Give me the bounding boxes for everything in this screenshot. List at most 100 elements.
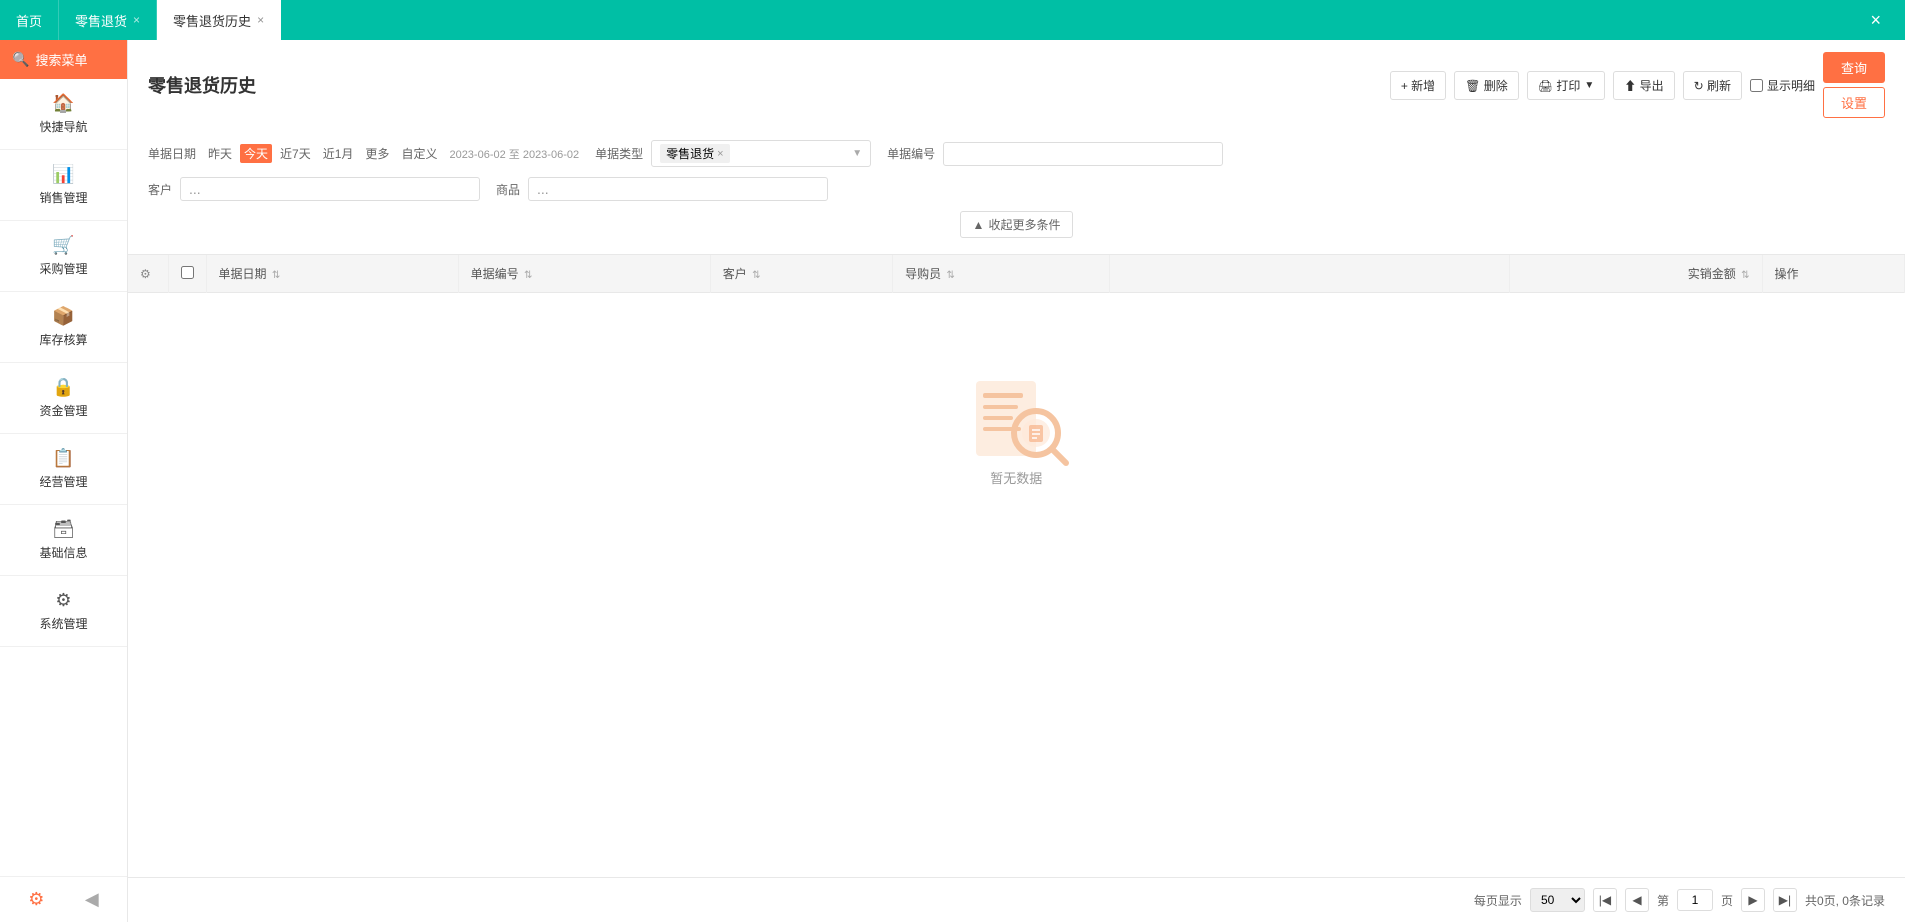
sales-icon: 📊 — [52, 164, 74, 185]
settings-bottom-icon[interactable]: ⚙ — [28, 889, 44, 910]
bill-type-label: 单据类型 — [595, 145, 643, 162]
customer-filter-label: 客户 — [148, 181, 172, 198]
bill-no-input[interactable] — [943, 142, 1223, 166]
shortcut-more[interactable]: 更多 — [361, 144, 393, 163]
tab-home-label: 首页 — [16, 11, 42, 30]
empty-state-illustration — [961, 373, 1071, 468]
query-button[interactable]: 查询 — [1823, 52, 1885, 83]
page-title-row: 零售退货历史 + 新增 🗑 删除 🖨 打印 ▼ ⬆ 导出 — [148, 52, 1885, 118]
page-suffix: 页 — [1721, 892, 1733, 909]
sidebar-item-quick-nav[interactable]: 🏠 快捷导航 — [0, 79, 127, 150]
next-page-button[interactable]: ▶ — [1741, 888, 1765, 912]
th-bill-date-label: 单据日期 — [219, 267, 267, 281]
customer-filter: 客户 ... — [148, 177, 480, 201]
prev-page-button[interactable]: ◀ — [1625, 888, 1649, 912]
guide-sort-icon[interactable]: ⇅ — [946, 270, 954, 281]
th-guide-label: 导购员 — [905, 267, 941, 281]
page-input[interactable] — [1677, 889, 1713, 911]
last-page-button[interactable]: ▶| — [1773, 888, 1797, 912]
bill-no-sort-icon[interactable]: ⇅ — [524, 270, 532, 281]
goods-select[interactable]: ... — [528, 177, 828, 201]
bill-type-dropdown-icon: ▼ — [852, 148, 862, 159]
sidebar-item-basic-info[interactable]: 🗃 基础信息 — [0, 505, 127, 576]
customer-dots: ... — [189, 181, 201, 197]
close-window-button[interactable]: × — [1862, 10, 1889, 31]
display-detail-container: 显示明细 — [1750, 77, 1815, 94]
th-actions: 操作 — [1762, 255, 1905, 293]
settings-button[interactable]: 设置 — [1823, 87, 1885, 118]
bill-no-filter: 单据编号 — [887, 142, 1223, 166]
sidebar-item-sales[interactable]: 📊 销售管理 — [0, 150, 127, 221]
export-button[interactable]: ⬆ 导出 — [1613, 71, 1674, 100]
sidebar-bottom: ⚙ ◀ — [0, 876, 127, 922]
table-footer: 每页显示 10 20 50 100 |◀ ◀ 第 页 ▶ ▶| 共0页, 0条记… — [128, 877, 1905, 922]
refresh-button[interactable]: ↻ 刷新 — [1683, 71, 1742, 100]
customer-sort-icon[interactable]: ⇅ — [752, 270, 760, 281]
print-button[interactable]: 🖨 打印 ▼ — [1527, 71, 1605, 100]
bill-type-select[interactable]: 零售退货 × ▼ — [651, 140, 871, 167]
date-range-display: 2023-06-02 至 2023-06-02 — [449, 146, 579, 162]
th-bill-date: 单据日期 ⇅ — [206, 255, 458, 293]
bill-type-remove[interactable]: × — [717, 148, 723, 160]
empty-row: 暂无数据 — [128, 293, 1905, 568]
bill-no-label: 单据编号 — [887, 145, 935, 162]
header-actions: + 新增 🗑 删除 🖨 打印 ▼ ⬆ 导出 ↻ 刷新 — [1390, 52, 1885, 118]
quick-nav-label: 快捷导航 — [39, 118, 87, 135]
shortcut-1month[interactable]: 近1月 — [319, 144, 358, 163]
collapse-filter-button[interactable]: ▲ 收起更多条件 — [960, 211, 1074, 238]
total-records-text: 共0页, 0条记录 — [1805, 892, 1885, 909]
empty-state: 暂无数据 — [128, 293, 1905, 567]
page-size-select[interactable]: 10 20 50 100 — [1530, 888, 1585, 912]
bill-type-tag-text: 零售退货 — [666, 145, 714, 162]
th-actual-amount-label: 实销金额 — [1688, 267, 1736, 281]
display-detail-checkbox[interactable] — [1750, 79, 1763, 92]
goods-dots: ... — [537, 181, 549, 197]
shortcut-today[interactable]: 今天 — [240, 144, 272, 163]
tab-retail-return-close[interactable]: × — [133, 13, 140, 27]
operations-icon: 📋 — [52, 448, 74, 469]
system-label: 系统管理 — [39, 615, 87, 632]
collapse-sidebar-icon[interactable]: ◀ — [85, 889, 99, 910]
table-header: ⚙ 单据日期 ⇅ 单据编号 ⇅ — [128, 255, 1905, 293]
sidebar-search[interactable]: 🔍 搜索菜单 — [0, 40, 127, 79]
page-label: 第 — [1657, 892, 1669, 909]
tab-retail-return[interactable]: 零售退货 × — [59, 0, 157, 40]
sidebar-item-finance[interactable]: 🔒 资金管理 — [0, 363, 127, 434]
shortcut-yesterday[interactable]: 昨天 — [204, 144, 236, 163]
delete-button-label: 🗑 删除 — [1465, 77, 1508, 94]
tab-home[interactable]: 首页 — [0, 0, 59, 40]
shortcut-7days[interactable]: 近7天 — [276, 144, 315, 163]
sidebar-item-purchase[interactable]: 🛒 采购管理 — [0, 221, 127, 292]
table-settings-icon[interactable]: ⚙ — [140, 267, 151, 281]
date-shortcuts: 昨天 今天 近7天 近1月 更多 自定义 — [204, 144, 441, 163]
sidebar-item-system[interactable]: ⚙ 系统管理 — [0, 576, 127, 647]
refresh-button-label: ↻ 刷新 — [1694, 77, 1731, 94]
bill-date-sort-icon[interactable]: ⇅ — [272, 270, 280, 281]
sidebar-item-operations[interactable]: 📋 经营管理 — [0, 434, 127, 505]
bill-type-tag: 零售退货 × — [660, 144, 729, 163]
delete-button[interactable]: 🗑 删除 — [1454, 71, 1519, 100]
page-header: 零售退货历史 + 新增 🗑 删除 🖨 打印 ▼ ⬆ 导出 — [128, 40, 1905, 255]
display-detail-label: 显示明细 — [1767, 77, 1815, 94]
th-checkbox — [168, 255, 206, 293]
select-all-checkbox[interactable] — [181, 266, 194, 279]
th-spacer — [1110, 255, 1510, 293]
finance-icon: 🔒 — [52, 377, 74, 398]
purchase-label: 采购管理 — [39, 260, 87, 277]
tab-retail-return-history[interactable]: 零售退货历史 × — [157, 0, 281, 40]
operations-label: 经营管理 — [39, 473, 87, 490]
tab-list: 首页 零售退货 × 零售退货历史 × — [0, 0, 1862, 40]
first-page-button[interactable]: |◀ — [1593, 888, 1617, 912]
new-button[interactable]: + 新增 — [1390, 71, 1446, 100]
sidebar-item-inventory[interactable]: 📦 库存核算 — [0, 292, 127, 363]
customer-select[interactable]: ... — [180, 177, 480, 201]
shortcut-custom[interactable]: 自定义 — [397, 144, 441, 163]
sidebar: 🔍 搜索菜单 🏠 快捷导航 📊 销售管理 🛒 采购管理 📦 库存核算 🔒 资金管… — [0, 40, 128, 922]
filter-row-1: 单据日期 昨天 今天 近7天 近1月 更多 自定义 2023-06-02 至 2… — [148, 140, 1885, 177]
actual-amount-sort-icon[interactable]: ⇅ — [1741, 270, 1749, 281]
basic-info-label: 基础信息 — [39, 544, 87, 561]
tab-retail-return-history-close[interactable]: × — [257, 13, 264, 27]
goods-filter-label: 商品 — [496, 181, 520, 198]
table-container: ⚙ 单据日期 ⇅ 单据编号 ⇅ — [128, 255, 1905, 877]
page-size-label: 每页显示 — [1474, 892, 1522, 909]
